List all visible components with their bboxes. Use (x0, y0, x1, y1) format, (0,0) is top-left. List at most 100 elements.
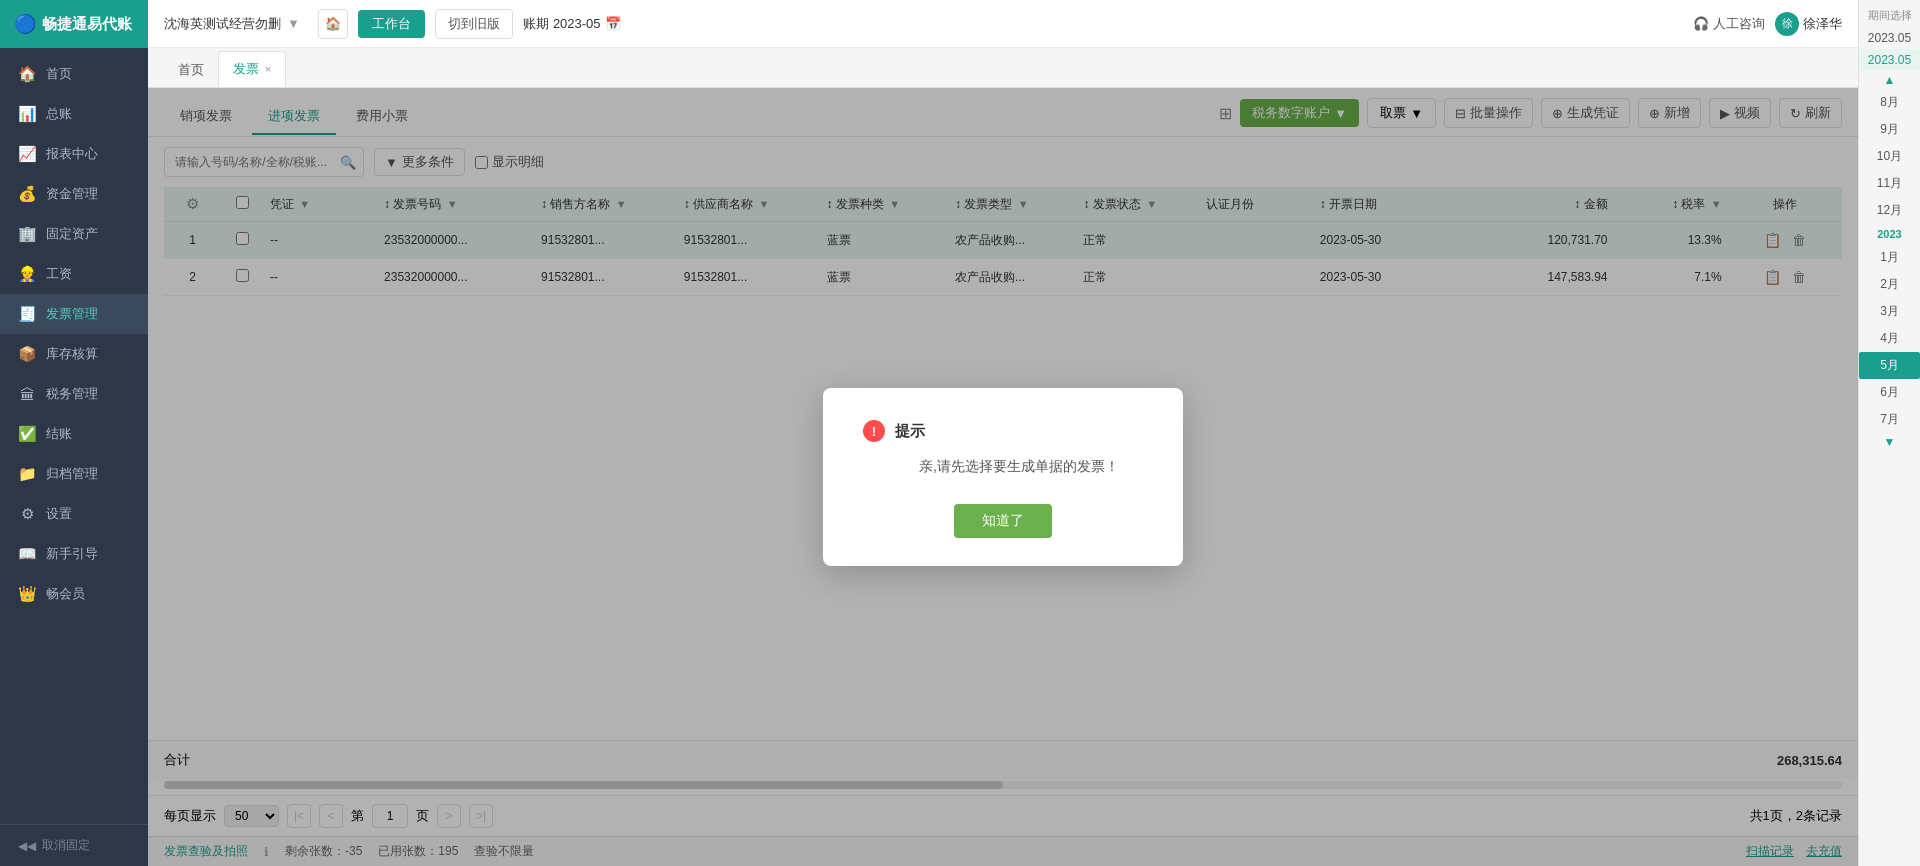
period-month-8[interactable]: 8月 (1859, 89, 1920, 116)
content-area: 销项发票 进项发票 费用小票 ⊞ 税务数字账户 ▼ 取票 (148, 88, 1858, 866)
sidebar-item-settings[interactable]: ⚙ 设置 (0, 494, 148, 534)
sidebar-item-tax[interactable]: 🏛 税务管理 (0, 374, 148, 414)
user-menu[interactable]: 徐 徐泽华 (1775, 12, 1842, 36)
topbar: 沈海英测试经营勿删 ▼ 🏠 工作台 切到旧版 账期 2023-05 📅 🎧 人工… (148, 0, 1858, 48)
period-panel-header: 期间选择 (1868, 4, 1912, 27)
page-tabs: 首页 发票 × (148, 48, 1858, 88)
support-label: 人工咨询 (1713, 15, 1765, 33)
modal-title: 提示 (895, 422, 925, 441)
period-month-7[interactable]: 7月 (1859, 406, 1920, 433)
period-display: 账期 2023-05 📅 (523, 15, 621, 33)
period-label: 账期 (523, 15, 549, 33)
workbench-button[interactable]: 工作台 (358, 10, 425, 38)
sidebar-item-label: 工资 (46, 265, 72, 283)
period-year-2023-mid: 2023 (1859, 224, 1920, 244)
period-month-9[interactable]: 9月 (1859, 116, 1920, 143)
tab-invoice-label: 发票 (233, 60, 259, 78)
sidebar-item-archive[interactable]: 📁 归档管理 (0, 454, 148, 494)
period-month-1[interactable]: 1月 (1859, 244, 1920, 271)
sidebar-item-ledger[interactable]: 📊 总账 (0, 94, 148, 134)
home-icon: 🏠 (18, 65, 36, 83)
company-dropdown-icon: ▼ (287, 16, 300, 31)
report-icon: 📈 (18, 145, 36, 163)
period-scroll-up[interactable]: ▲ (1884, 71, 1896, 89)
finance-icon: 💰 (18, 185, 36, 203)
sidebar-item-guide[interactable]: 📖 新手引导 (0, 534, 148, 574)
inventory-icon: 📦 (18, 345, 36, 363)
user-name: 徐泽华 (1803, 15, 1842, 33)
main-area: 沈海英测试经营勿删 ▼ 🏠 工作台 切到旧版 账期 2023-05 📅 🎧 人工… (148, 0, 1858, 866)
logo-icon: 🔵 (14, 13, 36, 35)
sidebar-item-label: 报表中心 (46, 145, 98, 163)
close-tab-icon[interactable]: × (265, 63, 271, 75)
sidebar-item-label: 固定资产 (46, 225, 98, 243)
invoice-icon: 🧾 (18, 305, 36, 323)
sidebar-item-label: 税务管理 (46, 385, 98, 403)
tab-invoice[interactable]: 发票 × (218, 51, 286, 87)
modal-overlay: ! 提示 亲,请先选择要生成单据的发票！ 知道了 (148, 88, 1858, 866)
switch-label: 切到旧版 (448, 16, 500, 31)
period-month-3[interactable]: 3月 (1859, 298, 1920, 325)
sidebar-item-label: 资金管理 (46, 185, 98, 203)
tax-icon: 🏛 (18, 386, 36, 403)
sidebar-item-close[interactable]: ✅ 结账 (0, 414, 148, 454)
calendar-icon[interactable]: 📅 (605, 16, 621, 31)
sidebar-item-home[interactable]: 🏠 首页 (0, 54, 148, 94)
salary-icon: 👷 (18, 265, 36, 283)
period-month-12[interactable]: 12月 (1859, 197, 1920, 224)
ledger-icon: 📊 (18, 105, 36, 123)
switch-version-button[interactable]: 切到旧版 (435, 9, 513, 39)
period-scroll-down[interactable]: ▼ (1884, 433, 1896, 451)
period-panel: 期间选择 2023.05 2023.05 ▲ 8月 9月 10月 11月 12月… (1858, 0, 1920, 866)
sidebar-item-label: 总账 (46, 105, 72, 123)
app-logo: 🔵 畅捷通易代账 (0, 0, 148, 48)
guide-icon: 📖 (18, 545, 36, 563)
settings-icon: ⚙ (18, 505, 36, 523)
sidebar-item-salary[interactable]: 👷 工资 (0, 254, 148, 294)
sidebar: 🔵 畅捷通易代账 🏠 首页 📊 总账 📈 报表中心 💰 资金管理 🏢 (0, 0, 148, 866)
sidebar-item-label: 归档管理 (46, 465, 98, 483)
sidebar-nav: 🏠 首页 📊 总账 📈 报表中心 💰 资金管理 🏢 固定资产 👷 工资 (0, 48, 148, 824)
sidebar-item-report[interactable]: 📈 报表中心 (0, 134, 148, 174)
period-month-10[interactable]: 10月 (1859, 143, 1920, 170)
assets-icon: 🏢 (18, 225, 36, 243)
period-month-2[interactable]: 2月 (1859, 271, 1920, 298)
period-month-6[interactable]: 6月 (1859, 379, 1920, 406)
modal-title-row: ! 提示 (863, 420, 1143, 442)
period-year-2[interactable]: 2023.05 (1859, 49, 1920, 71)
company-selector[interactable]: 沈海英测试经营勿删 ▼ (164, 15, 300, 33)
logo-text: 畅捷通易代账 (42, 15, 132, 34)
pin-left-icon: ◀◀ (18, 839, 36, 853)
period-month-5[interactable]: 5月 (1859, 352, 1920, 379)
archive-icon: 📁 (18, 465, 36, 483)
sidebar-item-label: 结账 (46, 425, 72, 443)
period-month-4[interactable]: 4月 (1859, 325, 1920, 352)
tab-home-label: 首页 (178, 61, 204, 79)
sidebar-item-vip[interactable]: 👑 畅会员 (0, 574, 148, 614)
avatar: 徐 (1775, 12, 1799, 36)
sidebar-item-finance[interactable]: 💰 资金管理 (0, 174, 148, 214)
tab-home[interactable]: 首页 (164, 53, 218, 87)
period-value: 2023-05 (553, 16, 601, 31)
modal-footer: 知道了 (863, 504, 1143, 538)
support-button[interactable]: 🎧 人工咨询 (1693, 15, 1765, 33)
period-year-1[interactable]: 2023.05 (1859, 27, 1920, 49)
period-month-11[interactable]: 11月 (1859, 170, 1920, 197)
modal-confirm-button[interactable]: 知道了 (954, 504, 1052, 538)
building-icon: 🏠 (325, 16, 341, 31)
warning-icon: ! (863, 420, 885, 442)
sidebar-item-assets[interactable]: 🏢 固定资产 (0, 214, 148, 254)
collapse-label: 取消固定 (42, 837, 90, 854)
sidebar-item-invoice[interactable]: 🧾 发票管理 (0, 294, 148, 334)
sidebar-item-label: 畅会员 (46, 585, 85, 603)
sidebar-item-label: 首页 (46, 65, 72, 83)
modal-dialog: ! 提示 亲,请先选择要生成单据的发票！ 知道了 (823, 388, 1183, 566)
sidebar-footer[interactable]: ◀◀ 取消固定 (0, 824, 148, 866)
sidebar-item-inventory[interactable]: 📦 库存核算 (0, 334, 148, 374)
sidebar-item-label: 发票管理 (46, 305, 98, 323)
close-accounts-icon: ✅ (18, 425, 36, 443)
sidebar-item-label: 库存核算 (46, 345, 98, 363)
workbench-label: 工作台 (372, 16, 411, 31)
company-settings-button[interactable]: 🏠 (318, 9, 348, 39)
confirm-label: 知道了 (982, 512, 1024, 528)
